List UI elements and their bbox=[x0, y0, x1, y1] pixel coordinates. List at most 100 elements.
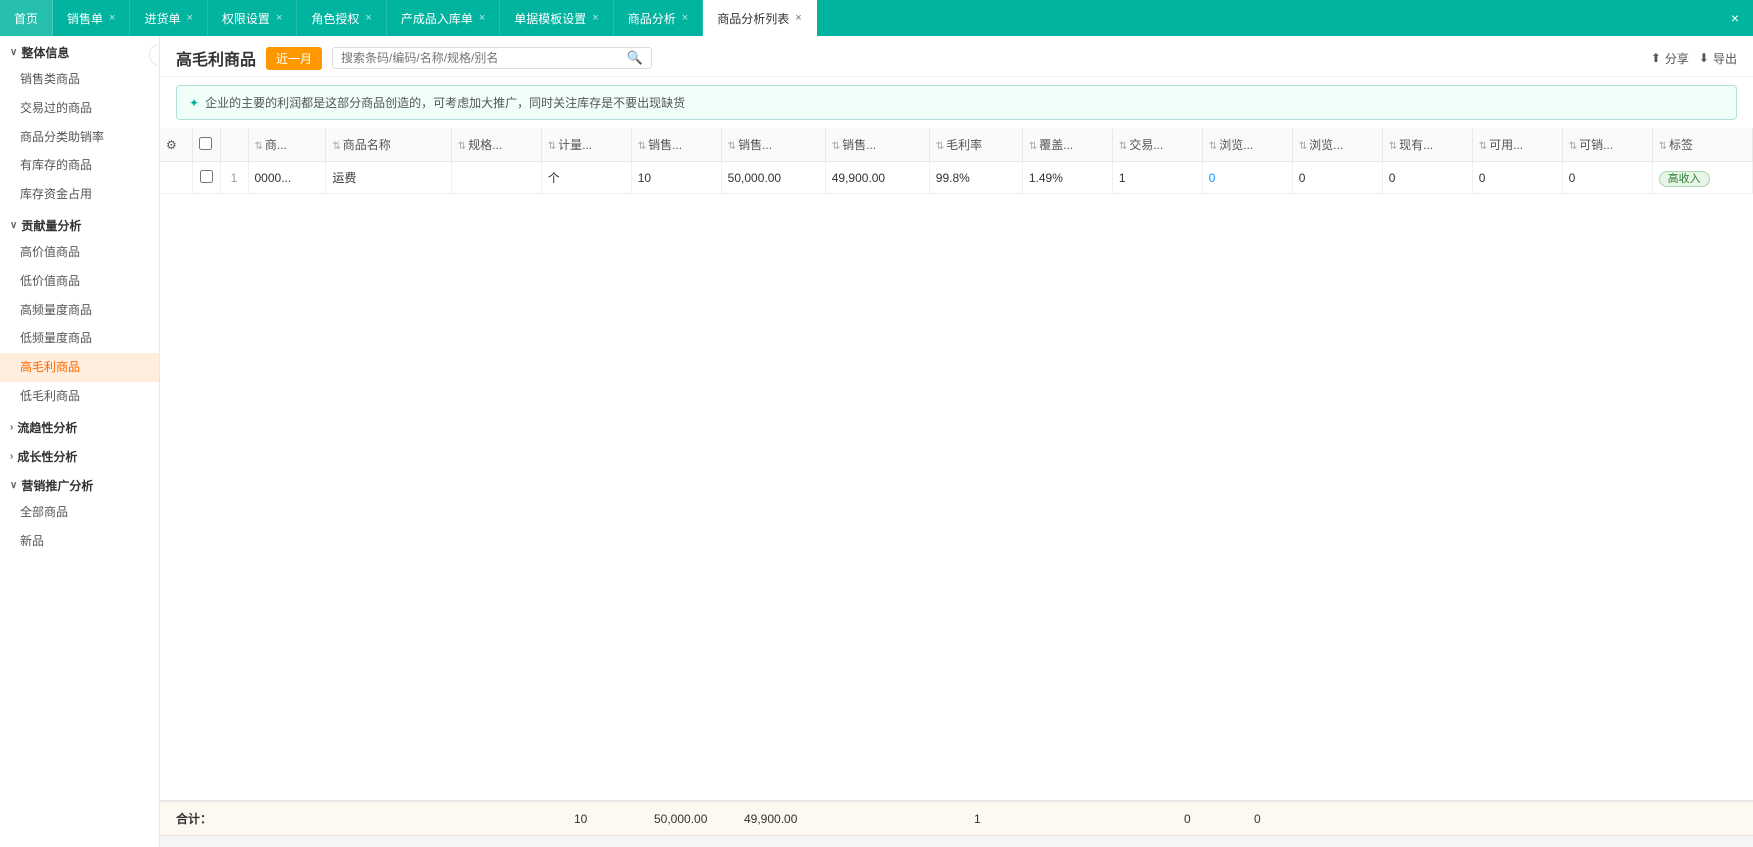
sidebar-group-growth-analysis-label: 成长性分析 bbox=[17, 448, 77, 465]
nav-tab-template-settings[interactable]: 单据模板设置 × bbox=[500, 0, 613, 36]
row-number-cell: 1 bbox=[220, 162, 248, 194]
sidebar-item-sales-goods[interactable]: 销售类商品 bbox=[0, 65, 159, 94]
col-tag[interactable]: ⇅标签 bbox=[1652, 128, 1752, 162]
col-spec[interactable]: ⇅规格... bbox=[451, 128, 541, 162]
col-rownum bbox=[220, 128, 248, 162]
footer-sales-cost: 49,900.00 bbox=[738, 812, 828, 826]
search-box: 🔍 bbox=[332, 47, 652, 69]
row-sales-amount-cell: 50,000.00 bbox=[721, 162, 825, 194]
nav-tab-role-permission[interactable]: 角色授权 × bbox=[297, 0, 386, 36]
data-table: ⚙ ⇅商... ⇅商品名称 ⇅规格... bbox=[160, 128, 1753, 194]
sidebar: 《 ∨ 整体信息 销售类商品 交易过的商品 商品分类助销率 有库存的商品 库存资… bbox=[0, 36, 160, 847]
sidebar-group-marketing-analysis-arrow: ∨ bbox=[10, 480, 17, 491]
col-unit[interactable]: ⇅计量... bbox=[541, 128, 631, 162]
row-unit-cell: 个 bbox=[541, 162, 631, 194]
close-all-tabs-button[interactable]: × bbox=[1717, 0, 1753, 36]
nav-tab-product-analysis-list[interactable]: 商品分析列表 × bbox=[703, 0, 816, 36]
col-checkbox bbox=[192, 128, 220, 162]
sidebar-item-goods-classification[interactable]: 商品分类助销率 bbox=[0, 123, 159, 152]
footer-available: 0 bbox=[1248, 812, 1318, 826]
nav-tab-purchase-close[interactable]: × bbox=[186, 12, 192, 24]
sidebar-item-new-goods[interactable]: 新品 bbox=[0, 527, 159, 556]
footer-label: 合计： bbox=[160, 810, 240, 827]
sidebar-item-low-margin-goods[interactable]: 低毛利商品 bbox=[0, 382, 159, 411]
nav-tab-purchase[interactable]: 进货单 × bbox=[130, 0, 207, 36]
row-browse2-cell: 0 bbox=[1292, 162, 1382, 194]
nav-tab-sales-label: 销售单 bbox=[67, 10, 103, 27]
col-transaction[interactable]: ⇅交易... bbox=[1112, 128, 1202, 162]
nav-tab-permission-settings[interactable]: 权限设置 × bbox=[208, 0, 297, 36]
col-available[interactable]: ⇅可用... bbox=[1472, 128, 1562, 162]
table-header-row: ⚙ ⇅商... ⇅商品名称 ⇅规格... bbox=[160, 128, 1753, 162]
nav-tab-product-analysis[interactable]: 商品分析 × bbox=[614, 0, 703, 36]
nav-tab-sales-close[interactable]: × bbox=[109, 12, 115, 24]
col-coverage[interactable]: ⇅覆盖... bbox=[1022, 128, 1112, 162]
nav-tab-product-analysis-label: 商品分析 bbox=[628, 10, 676, 27]
nav-tab-product-entry-close[interactable]: × bbox=[479, 12, 485, 24]
footer-values: 10 50,000.00 49,900.00 1 0 0 bbox=[240, 812, 1753, 826]
sidebar-group-contribution-analysis-arrow: ∨ bbox=[10, 220, 17, 231]
col-product-name[interactable]: ⇅商品名称 bbox=[326, 128, 451, 162]
nav-tab-home-label: 首页 bbox=[14, 10, 38, 27]
sidebar-item-inventory-occupation[interactable]: 库存资金占用 bbox=[0, 180, 159, 209]
content-title: 高毛利商品 bbox=[176, 46, 256, 70]
nav-tab-role-permission-label: 角色授权 bbox=[311, 10, 359, 27]
row-browse1-cell[interactable]: 0 bbox=[1202, 162, 1292, 194]
col-product-code[interactable]: ⇅商... bbox=[248, 128, 326, 162]
nav-tab-role-permission-close[interactable]: × bbox=[365, 12, 371, 24]
sidebar-group-growth-analysis[interactable]: › 成长性分析 bbox=[0, 440, 159, 469]
sidebar-item-all-goods[interactable]: 全部商品 bbox=[0, 498, 159, 527]
sidebar-group-marketing-analysis[interactable]: ∨ 营销推广分析 bbox=[0, 469, 159, 498]
sidebar-item-low-freq-goods[interactable]: 低频量度商品 bbox=[0, 324, 159, 353]
horizontal-scrollbar[interactable] bbox=[160, 835, 1753, 847]
sidebar-group-trend-analysis[interactable]: › 流趋性分析 bbox=[0, 411, 159, 440]
nav-tab-template-settings-close[interactable]: × bbox=[592, 12, 598, 24]
sidebar-item-traded-goods[interactable]: 交易过的商品 bbox=[0, 94, 159, 123]
search-icon[interactable]: 🔍 bbox=[627, 50, 643, 66]
nav-tab-sales[interactable]: 销售单 × bbox=[53, 0, 130, 36]
col-sales-qty[interactable]: ⇅销售... bbox=[631, 128, 721, 162]
sidebar-item-high-margin-goods[interactable]: 高毛利商品 bbox=[0, 353, 159, 382]
sidebar-group-contribution-analysis[interactable]: ∨ 贡献量分析 bbox=[0, 209, 159, 238]
col-gross-margin[interactable]: ⇅毛利率 bbox=[929, 128, 1022, 162]
sidebar-group-growth-analysis-arrow: › bbox=[10, 451, 13, 462]
sidebar-item-in-stock-goods[interactable]: 有库存的商品 bbox=[0, 151, 159, 180]
sidebar-group-trend-analysis-label: 流趋性分析 bbox=[17, 419, 77, 436]
sidebar-group-overall-info[interactable]: ∨ 整体信息 bbox=[0, 36, 159, 65]
nav-tab-product-analysis-list-close[interactable]: × bbox=[795, 12, 801, 24]
share-button[interactable]: ⬆ 分享 bbox=[1651, 50, 1689, 67]
col-settings[interactable]: ⚙ bbox=[160, 128, 192, 162]
sidebar-item-high-value-goods[interactable]: 高价值商品 bbox=[0, 238, 159, 267]
col-sales-cost[interactable]: ⇅销售... bbox=[825, 128, 929, 162]
info-banner: ✦ 企业的主要的利润都是这部分商品创造的，可考虑加大推广，同时关注库存是不要出现… bbox=[176, 85, 1737, 120]
row-tag-cell: 高收入 bbox=[1652, 162, 1752, 194]
sidebar-group-marketing-analysis-label: 营销推广分析 bbox=[21, 477, 93, 494]
content-area: 高毛利商品 近一月 🔍 ⬆ 分享 ⬇ 导出 ✦ 企业的主要的利润都是这部分商品创… bbox=[160, 36, 1753, 847]
select-all-checkbox[interactable] bbox=[199, 137, 212, 150]
row-sales-qty-cell: 10 bbox=[631, 162, 721, 194]
footer-sales-amount: 50,000.00 bbox=[648, 812, 738, 826]
row-saleable-cell: 0 bbox=[1562, 162, 1652, 194]
export-icon: ⬇ bbox=[1699, 51, 1709, 65]
search-input[interactable] bbox=[341, 51, 627, 65]
nav-tab-product-entry[interactable]: 产成品入库单 × bbox=[387, 0, 500, 36]
sidebar-item-low-value-goods[interactable]: 低价值商品 bbox=[0, 267, 159, 296]
row-checkbox-cell[interactable] bbox=[192, 162, 220, 194]
export-button[interactable]: ⬇ 导出 bbox=[1699, 50, 1737, 67]
filter-month-button[interactable]: 近一月 bbox=[266, 47, 322, 70]
col-saleable[interactable]: ⇅可销... bbox=[1562, 128, 1652, 162]
nav-tab-permission-settings-label: 权限设置 bbox=[222, 10, 270, 27]
col-sales-amount[interactable]: ⇅销售... bbox=[721, 128, 825, 162]
col-browse1[interactable]: ⇅浏览... bbox=[1202, 128, 1292, 162]
main-layout: 《 ∨ 整体信息 销售类商品 交易过的商品 商品分类助销率 有库存的商品 库存资… bbox=[0, 36, 1753, 847]
sidebar-item-high-freq-goods[interactable]: 高频量度商品 bbox=[0, 296, 159, 325]
nav-tab-permission-settings-close[interactable]: × bbox=[276, 12, 282, 24]
sidebar-group-contribution-analysis-label: 贡献量分析 bbox=[21, 217, 81, 234]
col-current-stock[interactable]: ⇅现有... bbox=[1382, 128, 1472, 162]
nav-tab-home[interactable]: 首页 bbox=[0, 0, 53, 36]
row-settings-cell bbox=[160, 162, 192, 194]
sidebar-group-trend-analysis-arrow: › bbox=[10, 422, 13, 433]
col-browse2[interactable]: ⇅浏览... bbox=[1292, 128, 1382, 162]
nav-tab-product-analysis-close[interactable]: × bbox=[682, 12, 688, 24]
table-row: 1 0000... 运费 个 10 50,000.00 49,900.00 99… bbox=[160, 162, 1753, 194]
